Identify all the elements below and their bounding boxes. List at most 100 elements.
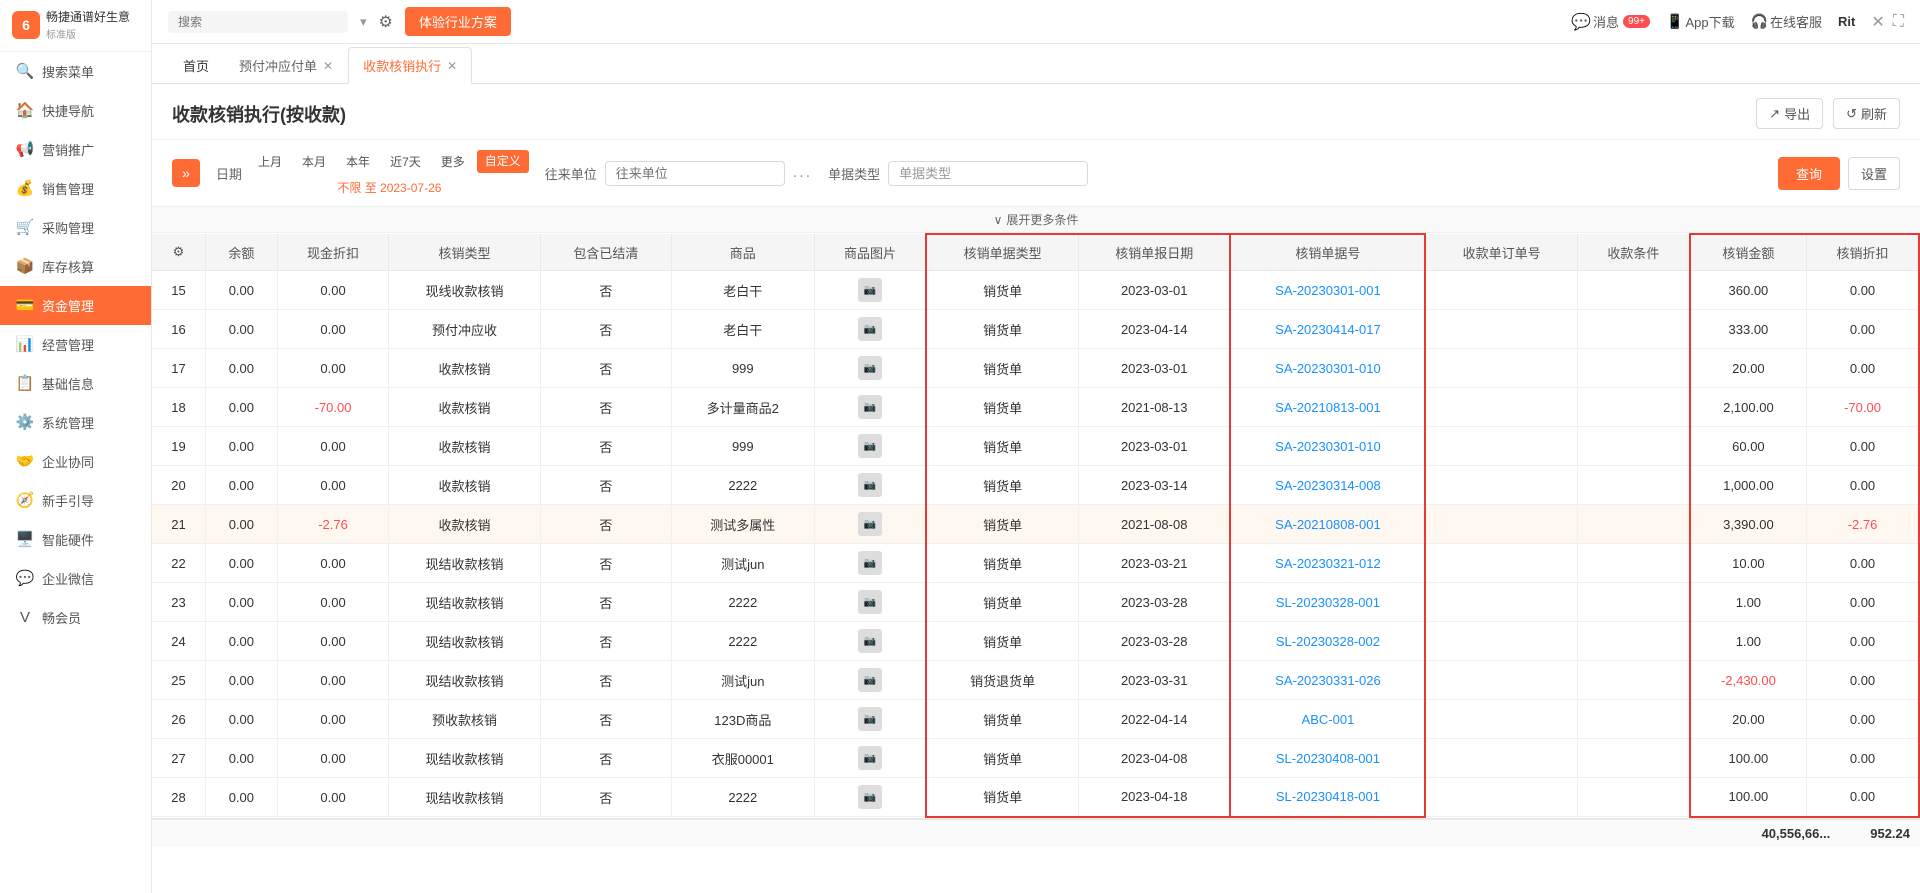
refresh-btn[interactable]: ↺ 刷新 (1833, 98, 1900, 129)
bill-no-link[interactable]: SL-20230328-002 (1276, 634, 1380, 649)
cell-bill-no[interactable]: SA-20230414-017 (1230, 310, 1425, 349)
search-input[interactable] (168, 11, 348, 33)
tab-receipt-label: 收款核销执行 (363, 56, 441, 75)
bill-no-link[interactable]: ABC-001 (1302, 712, 1355, 727)
cell-seq: 21 (152, 505, 205, 544)
sidebar-item-finance[interactable]: 💳资金管理 (0, 286, 151, 325)
cell-bill-no[interactable]: SL-20230328-002 (1230, 622, 1425, 661)
cell-bill-no[interactable]: SA-20230301-001 (1230, 271, 1425, 310)
cell-verify-discount: -2.76 (1807, 505, 1919, 544)
cell-balance: 0.00 (205, 622, 277, 661)
cell-bill-no[interactable]: SL-20230328-001 (1230, 583, 1425, 622)
tab-prepay[interactable]: 预付冲应付单 ✕ (224, 47, 348, 83)
sidebar-item-member[interactable]: V畅会员 (0, 598, 151, 637)
cell-bill-no[interactable]: SA-20230301-010 (1230, 349, 1425, 388)
bill-type-label: 单据类型 (828, 164, 880, 183)
bill-no-link[interactable]: SL-20230328-001 (1276, 595, 1380, 610)
sidebar-item-marketing[interactable]: 📢营销推广 (0, 130, 151, 169)
cell-bill-no[interactable]: SA-20230331-026 (1230, 661, 1425, 700)
sidebar-item-operation[interactable]: 📊经营管理 (0, 325, 151, 364)
table-row: 18 0.00 -70.00 收款核销 否 多计量商品2 📷 销货单 2021-… (152, 388, 1919, 427)
gear-icon[interactable]: ⚙ (379, 12, 393, 32)
bill-no-link[interactable]: SL-20230418-001 (1276, 789, 1380, 804)
expand-more-btn[interactable]: ∨ 展开更多条件 (994, 211, 1079, 228)
tab-prepay-close[interactable]: ✕ (323, 59, 333, 73)
cell-include-closed: 否 (540, 388, 671, 427)
sidebar-item-guide[interactable]: 🧭新手引导 (0, 481, 151, 520)
cell-balance: 0.00 (205, 778, 277, 817)
bill-no-link[interactable]: SA-20230331-026 (1275, 673, 1381, 688)
cell-include-closed: 否 (540, 544, 671, 583)
message-icon[interactable]: 💬 消息 99+ (1571, 12, 1650, 32)
sidebar-item-purchase[interactable]: 🛒采购管理 (0, 208, 151, 247)
app-download[interactable]: 📱 App下载 (1666, 12, 1735, 31)
filter-toggle-btn[interactable]: » (172, 159, 200, 187)
tab-receipt-close[interactable]: ✕ (447, 59, 457, 73)
from-unit-input[interactable] (605, 161, 785, 186)
sidebar-icon-wechat: 💬 (16, 569, 34, 587)
sidebar-item-search[interactable]: 🔍搜索菜单 (0, 52, 151, 91)
bill-no-link[interactable]: SA-20230314-008 (1275, 478, 1381, 493)
cell-include-closed: 否 (540, 427, 671, 466)
cell-bill-no[interactable]: SA-20210808-001 (1230, 505, 1425, 544)
cell-goods: 测试jun (672, 661, 814, 700)
industry-btn[interactable]: 体验行业方案 (405, 7, 511, 36)
tab-home[interactable]: 首页 (168, 47, 224, 83)
query-btn[interactable]: 查询 (1778, 157, 1840, 190)
export-btn[interactable]: ↗ 导出 (1756, 98, 1823, 129)
bill-type-select[interactable]: 单据类型 (888, 161, 1088, 186)
bill-no-link[interactable]: SA-20230301-010 (1275, 439, 1381, 454)
sidebar-item-hardware[interactable]: 🖥️智能硬件 (0, 520, 151, 559)
online-service[interactable]: 🎧 在线客服 (1751, 12, 1822, 31)
sidebar-item-wechat[interactable]: 💬企业微信 (0, 559, 151, 598)
sidebar-item-nav[interactable]: 🏠快捷导航 (0, 91, 151, 130)
dropdown-arrow[interactable]: ▾ (360, 14, 367, 30)
bill-no-link[interactable]: SA-20210808-001 (1275, 517, 1381, 532)
sidebar-item-collab[interactable]: 🤝企业协同 (0, 442, 151, 481)
user-name[interactable]: Rit (1838, 14, 1855, 29)
cell-verify-amount: 333.00 (1690, 310, 1807, 349)
cell-bill-no[interactable]: SA-20230321-012 (1230, 544, 1425, 583)
sidebar-item-sales[interactable]: 💰销售管理 (0, 169, 151, 208)
cell-receipt-condition (1577, 466, 1689, 505)
cell-bill-no[interactable]: SA-20230301-010 (1230, 427, 1425, 466)
filter-from-unit-group: 往来单位 ... (545, 161, 812, 186)
bill-no-link[interactable]: SA-20230301-001 (1275, 283, 1381, 298)
setting-btn[interactable]: 设置 (1848, 157, 1900, 190)
from-unit-dots[interactable]: ... (793, 164, 812, 182)
cell-verify-amount: 360.00 (1690, 271, 1807, 310)
col-verify-type: 核销类型 (389, 234, 540, 271)
table-container[interactable]: ⚙ 余额 现金折扣 核销类型 包含已结清 商品 商品图片 核销单据类型 核销单报… (152, 233, 1920, 893)
cell-bill-no[interactable]: ABC-001 (1230, 700, 1425, 739)
cell-verify-amount: 60.00 (1690, 427, 1807, 466)
bill-no-link[interactable]: SL-20230408-001 (1276, 751, 1380, 766)
date-last-month[interactable]: 上月 (250, 150, 290, 173)
cell-bill-type: 销货单 (926, 622, 1078, 661)
bill-no-link[interactable]: SA-20230301-010 (1275, 361, 1381, 376)
bill-no-link[interactable]: SA-20230414-017 (1275, 322, 1381, 337)
cell-balance: 0.00 (205, 349, 277, 388)
date-label: 日期 (216, 164, 242, 183)
cell-verify-type: 现结收款核销 (389, 583, 540, 622)
cell-verify-amount: -2,430.00 (1690, 661, 1807, 700)
cell-bill-no[interactable]: SA-20210813-001 (1230, 388, 1425, 427)
cell-bill-date: 2023-03-14 (1078, 466, 1230, 505)
bill-no-link[interactable]: SA-20230321-012 (1275, 556, 1381, 571)
sidebar-item-basic[interactable]: 📋基础信息 (0, 364, 151, 403)
maximize-window-icon[interactable]: ⛶ (1893, 13, 1904, 31)
cell-bill-no[interactable]: SL-20230408-001 (1230, 739, 1425, 778)
date-this-month[interactable]: 本月 (294, 150, 334, 173)
bill-no-link[interactable]: SA-20210813-001 (1275, 400, 1381, 415)
date-7days[interactable]: 近7天 (382, 150, 429, 173)
main-content: ▾ ⚙ 体验行业方案 💬 消息 99+ 📱 App下载 🎧 在线客服 Rit ✕… (152, 0, 1920, 893)
cell-bill-no[interactable]: SL-20230418-001 (1230, 778, 1425, 817)
sidebar-item-inventory[interactable]: 📦库存核算 (0, 247, 151, 286)
sidebar-item-system[interactable]: ⚙️系统管理 (0, 403, 151, 442)
date-custom-btn[interactable]: 自定义 (477, 150, 529, 173)
tab-receipt[interactable]: 收款核销执行 ✕ (348, 47, 472, 84)
sidebar-label-search: 搜索菜单 (42, 62, 94, 81)
date-this-year[interactable]: 本年 (338, 150, 378, 173)
date-more[interactable]: 更多 (433, 150, 473, 173)
cell-bill-no[interactable]: SA-20230314-008 (1230, 466, 1425, 505)
close-window-icon[interactable]: ✕ (1871, 12, 1884, 32)
